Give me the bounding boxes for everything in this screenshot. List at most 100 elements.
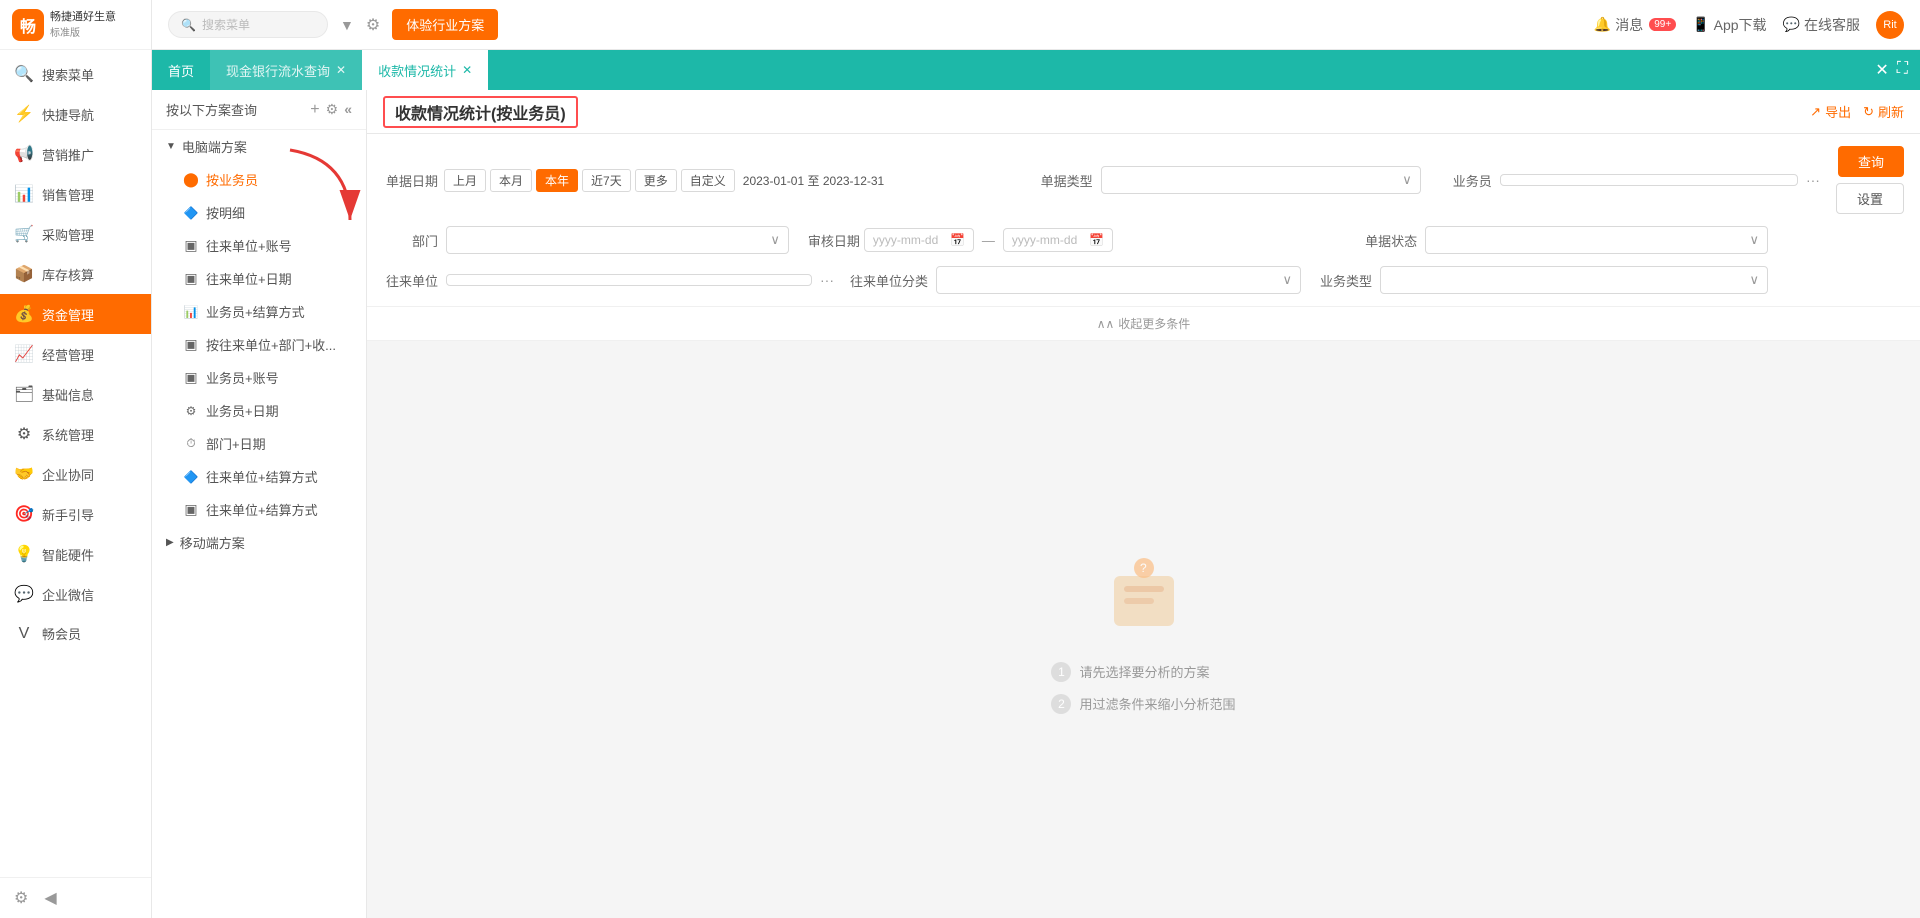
add-scheme-button[interactable]: +: [310, 101, 319, 119]
tree-node-unit-date[interactable]: ▣ 往来单位+日期: [162, 262, 366, 295]
tree-group-desktop[interactable]: ▼ 电脑端方案: [152, 130, 366, 163]
left-panel: 按以下方案查询 + ⚙ « ▼ 电脑端方案 ⬤ 按业务员 🔷 按: [152, 90, 367, 918]
tree-node-unit-dept-collect[interactable]: ▣ 按往来单位+部门+收...: [162, 328, 366, 361]
date-btn-7days[interactable]: 近7天: [582, 169, 631, 192]
sidebar-item-corp[interactable]: 🤝 企业协同: [0, 454, 151, 494]
tree-node-salesperson-date[interactable]: ⚙ 业务员+日期: [162, 394, 366, 427]
tab-collection-stat[interactable]: 收款情况统计 ✕: [362, 50, 488, 90]
search-bar[interactable]: 🔍 搜索菜单: [168, 11, 328, 38]
quick-nav-icon: ⚡: [14, 104, 34, 124]
collapse-panel-icon[interactable]: «: [344, 101, 352, 119]
trial-button[interactable]: 体验行业方案: [392, 9, 498, 40]
tab-collection-stat-close[interactable]: ✕: [462, 63, 472, 77]
date-btn-this-year[interactable]: 本年: [536, 169, 578, 192]
service-label: 在线客服: [1804, 15, 1860, 35]
user-avatar-area[interactable]: Rit: [1876, 11, 1904, 39]
export-button[interactable]: ↗ 导出: [1810, 102, 1851, 121]
dept-dropdown[interactable]: ∨: [446, 226, 789, 254]
tree-node-label: 往来单位+结算方式: [206, 467, 318, 486]
sidebar-item-marketing[interactable]: 📢 营销推广: [0, 134, 151, 174]
notification-label: 消息: [1615, 15, 1643, 35]
sidebar-item-sales[interactable]: 📊 销售管理: [0, 174, 151, 214]
sidebar-item-member[interactable]: V 畅会员: [0, 614, 151, 653]
collapse-label: 收起更多条件: [1118, 315, 1190, 332]
counterpart-more-icon[interactable]: ···: [820, 272, 834, 288]
salesperson-field: 业务员 ···: [1437, 171, 1820, 190]
topbar: 🔍 搜索菜单 ▼ ⚙ 体验行业方案 🔔 消息 99+ 📱 App下载 💬 在线客…: [152, 0, 1920, 50]
date-btn-more[interactable]: 更多: [635, 169, 677, 192]
tip-num-2: 2: [1051, 694, 1071, 714]
doc-status-arrow: ∨: [1750, 232, 1760, 248]
tree-node-salesperson-account[interactable]: ▣ 业务员+账号: [162, 361, 366, 394]
collapse-bar[interactable]: ∧∧ 收起更多条件: [367, 307, 1920, 341]
gear-scheme-icon[interactable]: ⚙: [326, 101, 339, 119]
sidebar-item-wechat[interactable]: 💬 企业微信: [0, 574, 151, 614]
calendar-icon-to: 📅: [1089, 233, 1104, 247]
counterpart-cat-field: 往来单位分类 ∨: [850, 266, 1301, 294]
tree-node-by-salesperson[interactable]: ⬤ 按业务员: [162, 163, 366, 196]
sidebar-item-guide[interactable]: 🎯 新手引导: [0, 494, 151, 534]
sidebar-item-quick-nav[interactable]: ⚡ 快捷导航: [0, 94, 151, 134]
tree-node-by-detail[interactable]: 🔷 按明细: [162, 196, 366, 229]
sidebar-item-search-menu[interactable]: 🔍 搜索菜单: [0, 54, 151, 94]
counterpart-cat-dropdown[interactable]: ∨: [936, 266, 1301, 294]
sidebar-item-hardware[interactable]: 💡 智能硬件: [0, 534, 151, 574]
tree-children-desktop: ⬤ 按业务员 🔷 按明细 ▣ 往来单位+账号 ▣ 往来单位+日期 📊 业: [152, 163, 366, 526]
app-download-area[interactable]: 📱 App下载: [1692, 15, 1766, 35]
collapse-sidebar-icon[interactable]: ◀: [44, 888, 56, 908]
member-icon: V: [14, 625, 34, 643]
tree-node-dept-date[interactable]: ⏱ 部门+日期: [162, 427, 366, 460]
dept-date-icon: ⏱: [182, 436, 200, 451]
purchase-icon: 🛒: [14, 224, 34, 244]
doc-status-dropdown[interactable]: ∨: [1425, 226, 1768, 254]
query-button[interactable]: 查询: [1838, 146, 1904, 177]
unit-account-icon: ▣: [182, 237, 200, 254]
counterpart-cat-arrow: ∨: [1282, 272, 1292, 288]
refresh-button[interactable]: ↻ 刷新: [1863, 102, 1904, 121]
tip-num-1: 1: [1051, 662, 1071, 682]
notification-area[interactable]: 🔔 消息 99+: [1594, 15, 1676, 35]
main-area: 🔍 搜索菜单 ▼ ⚙ 体验行业方案 🔔 消息 99+ 📱 App下载 💬 在线客…: [152, 0, 1920, 918]
tree-node-unit-account[interactable]: ▣ 往来单位+账号: [162, 229, 366, 262]
sidebar-item-finance[interactable]: 💰 资金管理: [0, 294, 151, 334]
topbar-gear-icon[interactable]: ⚙: [366, 15, 380, 35]
biz-type-dropdown[interactable]: ∨: [1380, 266, 1768, 294]
tab-collection-stat-label: 收款情况统计: [378, 61, 456, 80]
tree-group-mobile[interactable]: ▶ 移动端方案: [152, 526, 366, 559]
sidebar-item-label: 新手引导: [42, 505, 94, 524]
sidebar-item-operation[interactable]: 📈 经营管理: [0, 334, 151, 374]
date-btn-last-month[interactable]: 上月: [444, 169, 486, 192]
sidebar-item-label: 快捷导航: [42, 105, 94, 124]
settings-icon[interactable]: ⚙: [14, 888, 28, 908]
topbar-dropdown-icon[interactable]: ▼: [340, 17, 354, 33]
salesperson-account-icon: ▣: [182, 369, 200, 386]
sidebar-item-basic[interactable]: 🗂 基础信息: [0, 374, 151, 414]
salesperson-more-icon[interactable]: ···: [1806, 172, 1820, 188]
page-content: 按以下方案查询 + ⚙ « ▼ 电脑端方案 ⬤ 按业务员 🔷 按: [152, 90, 1920, 918]
date-btn-this-month[interactable]: 本月: [490, 169, 532, 192]
tree-node-salesperson-settle[interactable]: 📊 业务员+结算方式: [162, 295, 366, 328]
review-date-from[interactable]: yyyy-mm-dd 📅: [864, 228, 974, 252]
salesperson-input[interactable]: [1500, 174, 1798, 186]
online-service-area[interactable]: 💬 在线客服: [1783, 15, 1860, 35]
window-maximize-icon[interactable]: ⛶: [1897, 60, 1908, 80]
tree-node-unit-settle1[interactable]: 🔷 往来单位+结算方式: [162, 460, 366, 493]
tab-home[interactable]: 首页: [152, 50, 210, 90]
review-date-to[interactable]: yyyy-mm-dd 📅: [1003, 228, 1113, 252]
tree-node-unit-settle2[interactable]: ▣ 往来单位+结算方式: [162, 493, 366, 526]
sidebar-item-system[interactable]: ⚙ 系统管理: [0, 414, 151, 454]
tree-node-label: 业务员+日期: [206, 401, 279, 420]
date-btn-custom[interactable]: 自定义: [681, 169, 735, 192]
window-close-icon[interactable]: ✕: [1875, 60, 1888, 80]
tab-bank-flow[interactable]: 现金银行流水查询 ✕: [210, 50, 362, 90]
tab-bank-flow-label: 现金银行流水查询: [226, 61, 330, 80]
doc-type-dropdown[interactable]: ∨: [1101, 166, 1421, 194]
page-header-actions: ↗ 导出 ↻ 刷新: [1810, 102, 1904, 121]
sidebar-item-inventory[interactable]: 📦 库存核算: [0, 254, 151, 294]
date-label: 单据日期: [383, 171, 438, 190]
sidebar-item-purchase[interactable]: 🛒 采购管理: [0, 214, 151, 254]
setting-button[interactable]: 设置: [1836, 183, 1904, 214]
dept-label: 部门: [383, 231, 438, 250]
tab-bank-flow-close[interactable]: ✕: [336, 63, 346, 77]
counterpart-input[interactable]: [446, 274, 812, 286]
